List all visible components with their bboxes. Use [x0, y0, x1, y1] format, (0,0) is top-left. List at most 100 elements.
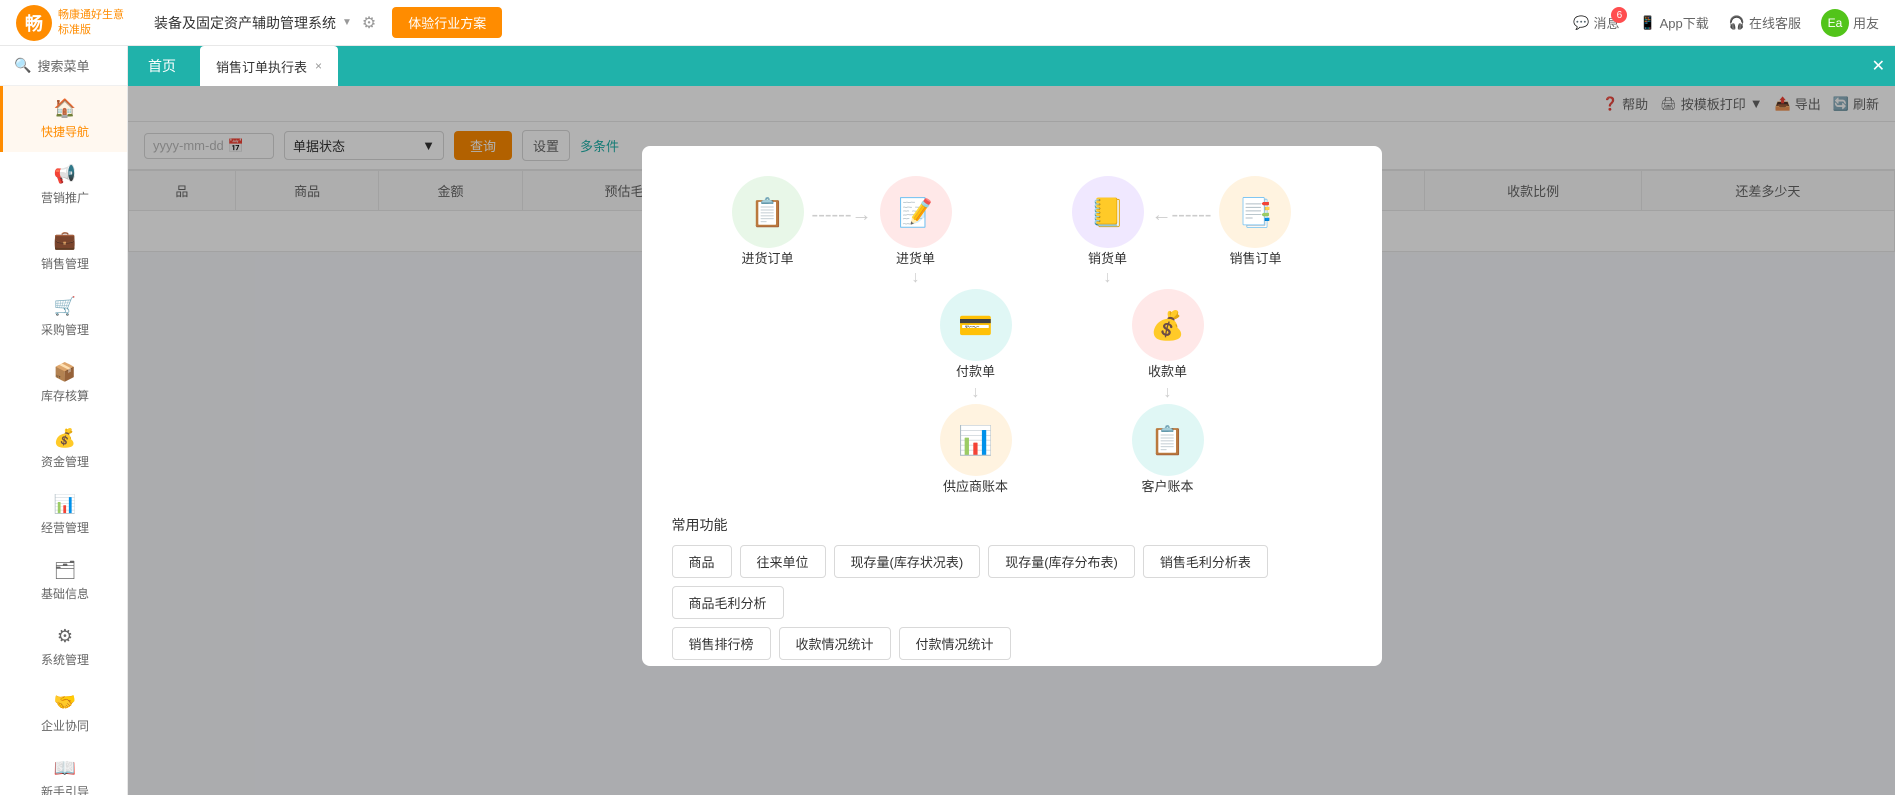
- system-title: 装备及固定资产辅助管理系统 ▼: [154, 13, 352, 33]
- func-btn-receipt-stats[interactable]: 收款情况统计: [779, 627, 891, 660]
- sidebar-item-quick-nav[interactable]: 🏠 快捷导航: [0, 86, 127, 152]
- payment-icon: 💳: [940, 289, 1012, 361]
- supplier-ledger-label: 供应商账本: [943, 476, 1008, 495]
- tab-home[interactable]: 首页: [128, 46, 196, 86]
- sidebar-item-marketing[interactable]: 📢 营销推广: [0, 152, 127, 218]
- operation-icon: 📊: [54, 494, 76, 515]
- page-content: ❓ 帮助 🖨 按模板打印 ▼ 📤 导出 🔄 刷新: [128, 86, 1895, 795]
- sidebar-item-finance[interactable]: 💰 资金管理: [0, 416, 127, 482]
- common-functions: 常用功能 商品 往来单位 现存量(库存状况表) 现存量(库存分布表) 销售毛利分…: [672, 515, 1352, 660]
- func-btn-payment-stats[interactable]: 付款情况统计: [899, 627, 1011, 660]
- flow-node-sales-order: 📑 销售订单: [1219, 176, 1291, 267]
- flow-node-sales-bill: 📒 销货单: [1072, 176, 1144, 267]
- purchase-bill-label: 进货单: [896, 248, 935, 267]
- spacer7: [820, 384, 940, 402]
- flow-modal: 📋 进货订单 ------→: [642, 146, 1382, 666]
- flow-section: 📋 进货订单 ------→: [672, 176, 1352, 495]
- tab-bar-close-icon[interactable]: ✕: [1872, 56, 1885, 76]
- enterprise-icon: 🤝: [54, 692, 76, 713]
- avatar: Ea: [1821, 9, 1849, 37]
- arrow-purchase-to-bill: ------→: [812, 176, 872, 227]
- sales-order-label: 销售订单: [1229, 248, 1281, 267]
- logo-area: 畅 畅康通好生意 标准版: [16, 5, 144, 41]
- home-icon: 🏠: [54, 98, 76, 119]
- logo-icon: 畅: [16, 5, 52, 41]
- logo-text: 畅康通好生意 标准版: [58, 8, 124, 37]
- sales-icon: 💼: [54, 230, 76, 251]
- modal-overlay: 📋 进货订单 ------→: [128, 86, 1895, 795]
- message-badge: 6: [1611, 7, 1627, 23]
- func-btn-sales-rank[interactable]: 销售排行榜: [672, 627, 771, 660]
- finance-icon: 💰: [54, 428, 76, 449]
- marketing-icon: 📢: [54, 164, 76, 185]
- tab-sales-order[interactable]: 销售订单执行表 ×: [200, 46, 338, 86]
- online-service-button[interactable]: 🎧 在线客服: [1729, 13, 1801, 32]
- common-functions-title: 常用功能: [672, 515, 1352, 535]
- sidebar-item-inventory[interactable]: 📦 库存核算: [0, 350, 127, 416]
- app-download-icon: 📱: [1639, 15, 1655, 31]
- sidebar-item-enterprise[interactable]: 🤝 企业协同: [0, 680, 127, 746]
- purchase-bill-icon: 📝: [880, 176, 952, 248]
- trial-button[interactable]: 体验行业方案: [392, 7, 502, 38]
- func-buttons: 商品 往来单位 现存量(库存状况表) 现存量(库存分布表) 销售毛利分析表 商品…: [672, 545, 1352, 619]
- flow-node-customer-ledger: 📋 客户账本: [1132, 404, 1204, 495]
- top-right-area: 💬 消息 6 📱 App下载 🎧 在线客服 Ea 用友: [1573, 9, 1879, 37]
- purchase-order-label: 进货订单: [742, 248, 794, 267]
- message-icon: 💬: [1573, 15, 1589, 31]
- arrow-sales-order-to-bill: ←------: [1152, 176, 1212, 227]
- receipt-label: 收款单: [1148, 361, 1187, 380]
- func-btn-goods[interactable]: 商品: [672, 545, 732, 578]
- search-menu-button[interactable]: 🔍 搜索菜单: [0, 46, 127, 86]
- sales-bill-icon: 📒: [1072, 176, 1144, 248]
- customer-ledger-icon: 📋: [1132, 404, 1204, 476]
- tab-close-icon[interactable]: ×: [315, 59, 322, 73]
- arrow-down-receipt: ↓: [1132, 384, 1204, 402]
- arrow-down-payment: ↓: [940, 384, 1012, 402]
- sales-bill-label: 销货单: [1088, 248, 1127, 267]
- tab-bar: 首页 销售订单执行表 × ✕: [128, 46, 1895, 86]
- func-btn-sales-profit[interactable]: 销售毛利分析表: [1143, 545, 1268, 578]
- newbie-icon: 📖: [54, 758, 76, 779]
- system-icon: ⚙: [57, 626, 73, 647]
- spacer2: [760, 269, 880, 287]
- sidebar-item-system[interactable]: ⚙ 系统管理: [0, 614, 127, 680]
- receipt-icon: 💰: [1132, 289, 1204, 361]
- headset-icon: 🎧: [1729, 15, 1745, 31]
- basic-info-icon: 🗂: [54, 560, 77, 581]
- flow-node-purchase-order: 📋 进货订单: [732, 176, 804, 267]
- flow-node-purchase-bill: 📝 进货单: [880, 176, 952, 267]
- payment-label: 付款单: [956, 361, 995, 380]
- sidebar: 🔍 搜索菜单 🏠 快捷导航 📢 营销推广 💼 销售管理 🛒 采购管理 📦: [0, 46, 128, 795]
- flow-node-payment: 💳 付款单: [940, 289, 1012, 380]
- spacer3: [952, 269, 1072, 287]
- inventory-icon: 📦: [54, 362, 76, 383]
- message-button[interactable]: 💬 消息 6: [1573, 13, 1619, 32]
- sidebar-item-newbie[interactable]: 📖 新手引导: [0, 746, 127, 795]
- spacer8: [1012, 384, 1132, 402]
- customer-ledger-label: 客户账本: [1141, 476, 1193, 495]
- content-area: 首页 销售订单执行表 × ✕ ❓ 帮助 🖨 按模板打印: [128, 46, 1895, 795]
- spacer4: [1144, 269, 1264, 287]
- search-icon: 🔍: [14, 57, 31, 74]
- func-buttons-row2: 销售排行榜 收款情况统计 付款情况统计: [672, 627, 1352, 660]
- func-btn-partner[interactable]: 往来单位: [740, 545, 826, 578]
- sidebar-item-sales[interactable]: 💼 销售管理: [0, 218, 127, 284]
- purchase-order-icon: 📋: [732, 176, 804, 248]
- settings-icon[interactable]: ⚙: [362, 13, 376, 33]
- supplier-ledger-icon: 📊: [940, 404, 1012, 476]
- user-avatar-area[interactable]: Ea 用友: [1821, 9, 1879, 37]
- arrow-down-purchase-bill: ↓: [880, 269, 952, 287]
- dropdown-arrow-icon[interactable]: ▼: [342, 17, 352, 28]
- sidebar-item-purchase[interactable]: 🛒 采购管理: [0, 284, 127, 350]
- flow-node-supplier-ledger: 📊 供应商账本: [940, 404, 1012, 495]
- flow-node-receipt: 💰 收款单: [1132, 289, 1204, 380]
- arrow-down-sales-bill: ↓: [1072, 269, 1144, 287]
- app-download-button[interactable]: 📱 App下载: [1639, 13, 1708, 32]
- sales-order-icon: 📑: [1219, 176, 1291, 248]
- sidebar-item-basic-info[interactable]: 🗂 基础信息: [0, 548, 127, 614]
- func-btn-goods-profit[interactable]: 商品毛利分析: [672, 586, 784, 619]
- sidebar-item-operation[interactable]: 📊 经营管理: [0, 482, 127, 548]
- func-btn-stock-status[interactable]: 现存量(库存状况表): [834, 545, 981, 578]
- func-btn-stock-dist[interactable]: 现存量(库存分布表): [988, 545, 1135, 578]
- purchase-icon: 🛒: [54, 296, 76, 317]
